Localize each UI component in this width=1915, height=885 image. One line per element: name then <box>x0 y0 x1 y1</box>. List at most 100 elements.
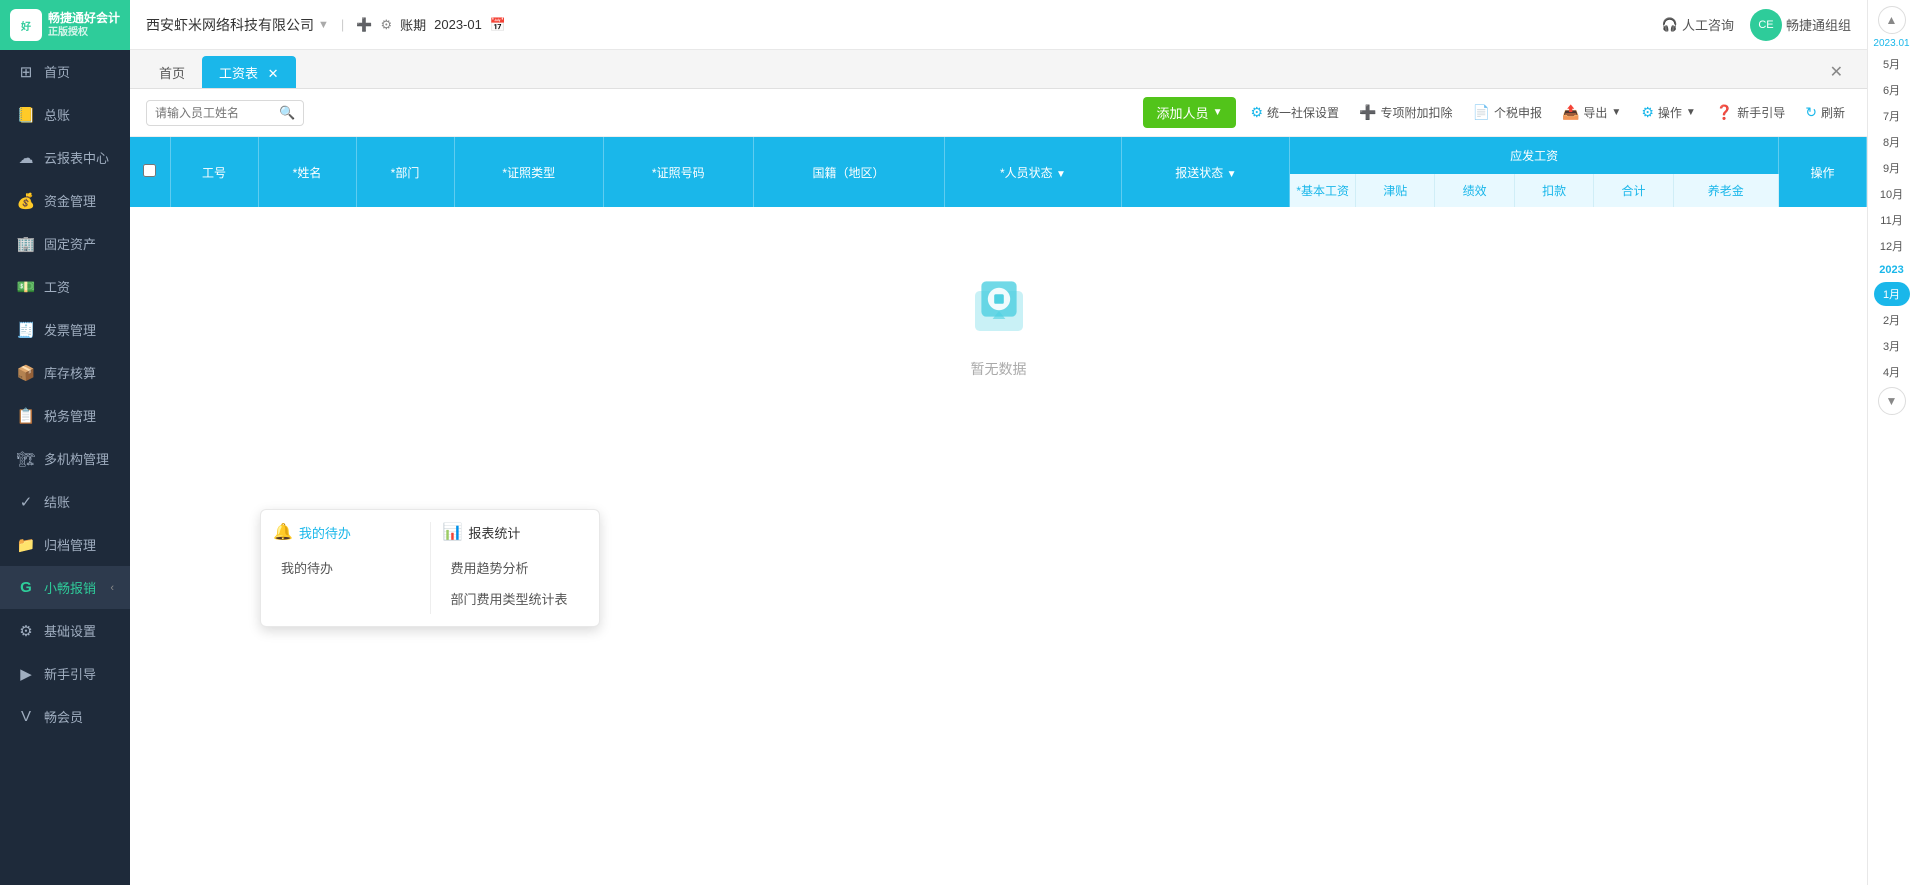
member-icon: V <box>16 708 36 725</box>
col-base-salary: *基本工资 <box>1290 174 1356 207</box>
sidebar-item-fund-mgmt[interactable]: 💰 资金管理 <box>0 179 130 222</box>
sidebar-item-invoice[interactable]: 🧾 发票管理 <box>0 308 130 351</box>
inventory-icon: 📦 <box>16 364 36 382</box>
col-id-type: *证照类型 <box>454 137 604 207</box>
sidebar-item-expense[interactable]: G 小畅报销 ‹ <box>0 566 130 609</box>
timeline-month-dec-prev[interactable]: 12月 <box>1874 234 1910 258</box>
user-area[interactable]: CE 畅捷通组组 <box>1750 9 1851 41</box>
sidebar-item-guide[interactable]: ▶ 新手引导 <box>0 652 130 695</box>
chevron-down-icon: ▼ <box>318 19 329 31</box>
deduction-icon: ➕ <box>1359 104 1376 121</box>
dropdown-panel: 🔔 我的待办 我的待办 📊 报表统计 费用趋势分析 <box>260 509 600 627</box>
social-security-btn[interactable]: ⚙ 统一社保设置 <box>1244 100 1345 125</box>
sidebar-item-multi-org[interactable]: 🏗 多机构管理 <box>0 437 130 480</box>
special-deduction-btn[interactable]: ➕ 专项附加扣除 <box>1353 100 1458 125</box>
dropdown-col2-header: 📊 报表统计 <box>443 522 588 542</box>
timeline-month-apr[interactable]: 4月 <box>1874 360 1910 384</box>
timeline-panel: ▲ 2023.01 5月 6月 7月 8月 9月 10月 11月 12月 202… <box>1867 0 1915 885</box>
refresh-btn[interactable]: ↻ 刷新 <box>1799 100 1851 125</box>
tab-salary[interactable]: 工资表 ✕ <box>202 56 296 88</box>
timeline-month-aug-prev[interactable]: 8月 <box>1874 130 1910 154</box>
calendar-icon[interactable]: 📅 <box>490 17 506 33</box>
col-allowance: 津贴 <box>1356 174 1435 207</box>
add-person-btn[interactable]: 添加人员 ▼ <box>1143 97 1237 128</box>
salary-icon: 💵 <box>16 278 36 296</box>
operation-btn[interactable]: ⚙ 操作 ▼ <box>1635 100 1701 125</box>
search-box: 🔍 <box>146 100 304 126</box>
company-name[interactable]: 西安虾米网络科技有限公司 ▼ <box>146 15 329 35</box>
support-btn[interactable]: 🎧 人工咨询 <box>1662 15 1734 34</box>
main-area: 西安虾米网络科技有限公司 ▼ | ➕ ⚙ 账期 2023-01 📅 🎧 人工咨询… <box>130 0 1867 885</box>
col-pension: 养老金 <box>1673 174 1778 207</box>
col-number: 工号 <box>170 137 258 207</box>
search-input[interactable] <box>155 106 275 120</box>
dropdown-col-reports: 📊 报表统计 费用趋势分析 部门费用类型统计表 <box>443 522 588 614</box>
sidebar-item-member[interactable]: V 畅会员 <box>0 695 130 738</box>
timeline-month-feb[interactable]: 2月 <box>1874 308 1910 332</box>
guide-icon: ▶ <box>16 665 36 683</box>
timeline-month-jun-prev[interactable]: 6月 <box>1874 78 1910 102</box>
toolbar-actions: 添加人员 ▼ ⚙ 统一社保设置 ➕ 专项附加扣除 📄 个税申报 📤 导出 <box>1143 97 1851 128</box>
tax-icon: 📋 <box>16 407 36 425</box>
archive-icon: 📁 <box>16 536 36 554</box>
avatar: CE <box>1750 9 1782 41</box>
content-area: 🔍 添加人员 ▼ ⚙ 统一社保设置 ➕ 专项附加扣除 📄 个税申报 <box>130 89 1867 885</box>
tab-home[interactable]: 首页 <box>142 56 202 88</box>
col-should-pay: 应发工资 <box>1290 137 1779 174</box>
col-status: *人员状态 ▼ <box>944 137 1122 207</box>
topbar-divider: | <box>341 17 344 32</box>
timeline-up-btn[interactable]: ▲ <box>1878 6 1906 34</box>
guide-btn[interactable]: ❓ 新手引导 <box>1710 100 1791 125</box>
home-icon: ⊞ <box>16 63 36 81</box>
sidebar-item-tax[interactable]: 📋 税务管理 <box>0 394 130 437</box>
timeline-month-sep-prev[interactable]: 9月 <box>1874 156 1910 180</box>
fund-icon: 💰 <box>16 192 36 210</box>
timeline-month-mar[interactable]: 3月 <box>1874 334 1910 358</box>
timeline-month-nov-prev[interactable]: 11月 <box>1874 208 1910 232</box>
col-report-status: 报送状态 ▼ <box>1122 137 1290 207</box>
headset-icon: 🎧 <box>1662 17 1678 33</box>
multi-org-icon: 🏗 <box>16 450 36 468</box>
search-icon[interactable]: 🔍 <box>279 105 295 121</box>
timeline-down-btn[interactable]: ▼ <box>1878 387 1906 415</box>
dropdown-item-expense-trend[interactable]: 费用趋势分析 <box>443 552 588 583</box>
topbar: 西安虾米网络科技有限公司 ▼ | ➕ ⚙ 账期 2023-01 📅 🎧 人工咨询… <box>130 0 1867 50</box>
empty-illustration <box>959 267 1039 347</box>
sidebar-collapse-icon: ‹ <box>110 582 114 594</box>
sidebar-item-general-ledger[interactable]: 📒 总账 <box>0 93 130 136</box>
tax-report-btn[interactable]: 📄 个税申报 <box>1467 100 1548 125</box>
logo-icon: 好 <box>10 9 42 41</box>
sidebar-item-fixed-assets[interactable]: 🏢 固定资产 <box>0 222 130 265</box>
tab-bar: 首页 工资表 ✕ ✕ <box>130 50 1867 89</box>
dropdown-item-dept-expense[interactable]: 部门费用类型统计表 <box>443 583 588 614</box>
select-all-checkbox[interactable] <box>143 164 156 177</box>
timeline-month-may-prev[interactable]: 5月 <box>1874 52 1910 76</box>
tab-close-icon[interactable]: ✕ <box>268 66 279 81</box>
timeline-month-jan[interactable]: 1月 <box>1874 282 1910 306</box>
close-window-btn[interactable]: ✕ <box>1818 56 1855 88</box>
report-icon: 📊 <box>443 522 463 542</box>
sidebar-item-salary[interactable]: 💵 工资 <box>0 265 130 308</box>
dropdown-row: 🔔 我的待办 我的待办 📊 报表统计 费用趋势分析 <box>273 522 587 614</box>
dropdown-item-my-pending[interactable]: 我的待办 <box>273 552 418 583</box>
cloud-icon: ☁ <box>16 149 36 167</box>
sidebar-item-cloud-report[interactable]: ☁ 云报表中心 <box>0 136 130 179</box>
topbar-add-icon[interactable]: ➕ <box>356 17 372 33</box>
export-btn[interactable]: 📤 导出 ▼ <box>1556 100 1627 125</box>
export-chevron-icon: ▼ <box>1611 107 1621 118</box>
timeline-month-oct-prev[interactable]: 10月 <box>1874 182 1910 206</box>
sidebar-item-inventory[interactable]: 📦 库存核算 <box>0 351 130 394</box>
sidebar-item-home[interactable]: ⊞ 首页 <box>0 50 130 93</box>
op-chevron-icon: ▼ <box>1686 107 1696 118</box>
col-deduction: 扣款 <box>1514 174 1593 207</box>
sidebar-item-basic-settings[interactable]: ⚙ 基础设置 <box>0 609 130 652</box>
logo-text: 畅捷通好会计 正版授权 <box>48 11 120 40</box>
sidebar-item-archive[interactable]: 📁 归档管理 <box>0 523 130 566</box>
sidebar-item-checkout[interactable]: ✓ 结账 <box>0 480 130 523</box>
timeline-month-jul-prev[interactable]: 7月 <box>1874 104 1910 128</box>
guide-act-icon: ❓ <box>1716 104 1733 121</box>
refresh-icon: ↻ <box>1805 104 1817 121</box>
topbar-settings-icon[interactable]: ⚙ <box>380 17 392 33</box>
pending-icon: 🔔 <box>273 522 293 542</box>
empty-state: 暂无数据 <box>130 207 1867 439</box>
